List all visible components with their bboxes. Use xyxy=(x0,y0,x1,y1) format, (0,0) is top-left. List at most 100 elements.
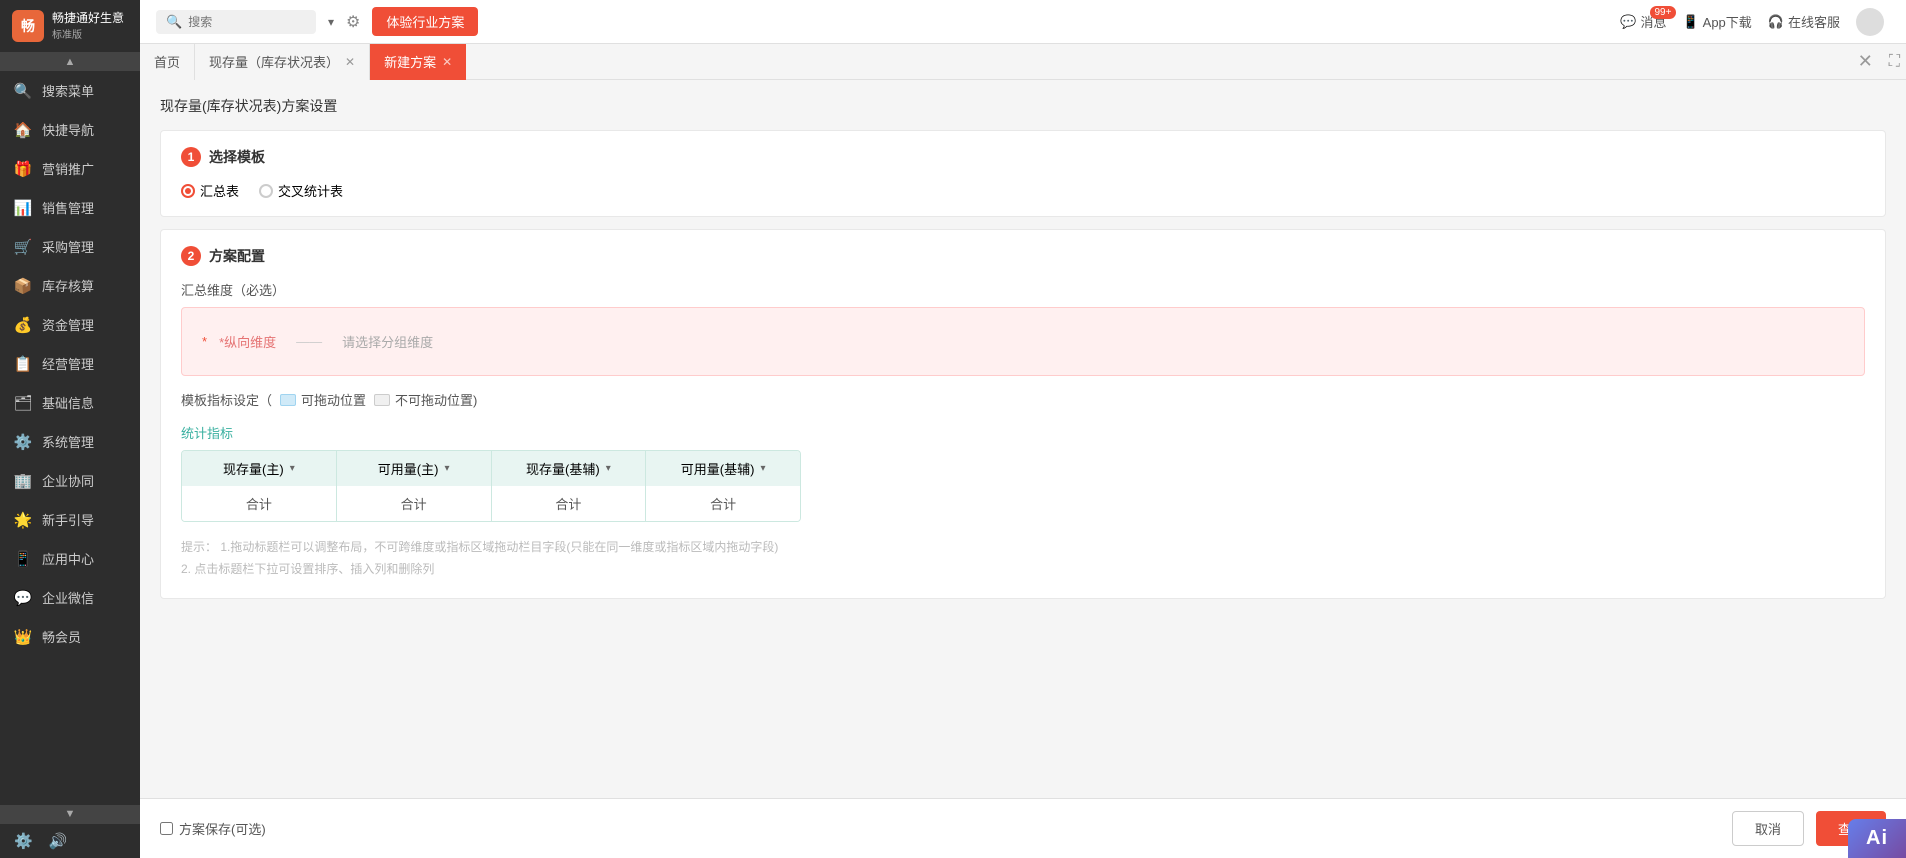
sidebar-item-newbie[interactable]: 🌟 新手引导 xyxy=(0,500,140,539)
legend-movable-box xyxy=(280,394,296,406)
tip-2: 2. 点击标题栏下拉可设置排序、插入列和删除列 xyxy=(181,560,1865,577)
gear-icon[interactable]: ⚙ xyxy=(346,12,360,32)
dimension-required-area[interactable]: * *纵向维度 —— 请选择分组维度 xyxy=(181,307,1865,376)
sidebar-item-purchase[interactable]: 🛒 采购管理 xyxy=(0,227,140,266)
dimension-placeholder: 请选择分组维度 xyxy=(342,332,433,351)
step2-label: 2 方案配置 xyxy=(181,246,265,266)
sound-bottom-icon[interactable]: 🔊 xyxy=(49,832,68,850)
radio-cross-dot xyxy=(259,184,273,198)
sidebar-item-label: 销售管理 xyxy=(42,198,94,217)
step2-num: 2 xyxy=(181,246,201,266)
message-icon: 💬 xyxy=(1620,14,1636,30)
search-box: 🔍 xyxy=(156,10,316,34)
step1-text: 选择模板 xyxy=(209,147,265,167)
footer-section: 方案保存(可选) 取消 查询 xyxy=(140,798,1906,858)
sidebar-item-label: 系统管理 xyxy=(42,432,94,451)
indicator-table: 现存量(主) ▾ 可用量(主) ▾ 现存量(基辅) ▾ 可用量(基辅) xyxy=(181,450,801,522)
tab-inventory[interactable]: 现存量（库存状况表） ✕ xyxy=(195,44,370,80)
main-area: 🔍 ▾ ⚙ 体验行业方案 💬 消息 99+ 📱 App下载 🎧 在线客服 xyxy=(140,0,1906,858)
tab-inventory-close[interactable]: ✕ xyxy=(345,55,355,69)
tabbar-close-btn[interactable]: ✕ xyxy=(1848,51,1883,72)
box-icon: 📦 xyxy=(14,277,32,295)
topbar-dropdown[interactable]: ▾ xyxy=(328,15,334,29)
indicator-summary-1: 合计 xyxy=(401,494,427,513)
indicator-col-0-label: 现存量(主) xyxy=(223,459,284,478)
chat-icon: 💬 xyxy=(14,589,32,607)
cancel-button[interactable]: 取消 xyxy=(1732,811,1804,846)
indicator-col-0[interactable]: 现存量(主) ▾ xyxy=(182,451,337,486)
tab-inventory-label: 现存量（库存状况表） xyxy=(209,52,339,71)
sidebar-item-quicknav[interactable]: 🏠 快捷导航 xyxy=(0,110,140,149)
user-info xyxy=(1856,8,1890,36)
sidebar-item-marketing[interactable]: 🎁 营销推广 xyxy=(0,149,140,188)
online-service-btn[interactable]: 🎧 在线客服 xyxy=(1768,12,1840,31)
tabbar-expand-btn[interactable]: ⛶ xyxy=(1883,53,1906,71)
app-download-btn[interactable]: 📱 App下载 xyxy=(1682,12,1751,31)
indicator-summary-3: 合计 xyxy=(710,494,736,513)
settings-icon: ⚙️ xyxy=(14,433,32,451)
sidebar-item-inventory[interactable]: 📦 库存核算 xyxy=(0,266,140,305)
legend-fixed: 不可拖动位置) xyxy=(374,390,477,409)
radio-summary-dot xyxy=(181,184,195,198)
industry-btn[interactable]: 体验行业方案 xyxy=(372,7,478,36)
phone-icon: 📱 xyxy=(14,550,32,568)
sidebar-item-finance[interactable]: 💰 资金管理 xyxy=(0,305,140,344)
radio-cross[interactable]: 交叉统计表 xyxy=(259,181,343,200)
sidebar-item-appcenter[interactable]: 📱 应用中心 xyxy=(0,539,140,578)
content-area: 现存量(库存状况表)方案设置 1 选择模板 汇总表 交叉统计表 2 xyxy=(140,80,1906,798)
indicator-settings-row: 模板指标设定（ 可拖动位置 不可拖动位置) xyxy=(181,390,1865,409)
dimension-vertical-label: *纵向维度 xyxy=(219,332,276,351)
search-input[interactable] xyxy=(188,15,298,29)
indicator-body-1: 合计 xyxy=(337,486,492,521)
step1-num: 1 xyxy=(181,147,201,167)
sidebar-item-operations[interactable]: 📋 经营管理 xyxy=(0,344,140,383)
crown-icon: 👑 xyxy=(14,628,32,646)
sidebar-item-basic[interactable]: 🗂 基础信息 xyxy=(0,383,140,422)
sidebar-item-wechat[interactable]: 💬 企业微信 xyxy=(0,578,140,617)
sidebar-item-sales[interactable]: 📊 销售管理 xyxy=(0,188,140,227)
tab-new-close[interactable]: ✕ xyxy=(442,55,452,69)
indicator-table-body: 合计 合计 合计 合计 xyxy=(182,486,800,521)
save-checkbox-label[interactable]: 方案保存(可选) xyxy=(160,819,266,838)
radio-summary-label: 汇总表 xyxy=(200,181,239,200)
topbar-right: 💬 消息 99+ 📱 App下载 🎧 在线客服 xyxy=(1620,8,1890,36)
sidebar-item-vip[interactable]: 👑 畅会员 xyxy=(0,617,140,656)
indicator-table-header: 现存量(主) ▾ 可用量(主) ▾ 现存量(基辅) ▾ 可用量(基辅) xyxy=(182,451,800,486)
sidebar-item-system[interactable]: ⚙️ 系统管理 xyxy=(0,422,140,461)
save-checkbox[interactable] xyxy=(160,822,173,835)
tabbar: 首页 现存量（库存状况表） ✕ 新建方案 ✕ ✕ ⛶ xyxy=(140,44,1906,80)
money-icon: 💰 xyxy=(14,316,32,334)
ai-badge[interactable]: Ai xyxy=(1848,819,1906,858)
sidebar-item-label: 库存核算 xyxy=(42,276,94,295)
sidebar-item-search[interactable]: 🔍 搜索菜单 xyxy=(0,71,140,110)
dimension-section: 汇总维度（必选） * *纵向维度 —— 请选择分组维度 xyxy=(181,280,1865,376)
chevron-down-icon-2: ▾ xyxy=(606,463,611,474)
message-badge: 99+ xyxy=(1650,6,1677,19)
step2-text: 方案配置 xyxy=(209,246,265,266)
tab-new[interactable]: 新建方案 ✕ xyxy=(370,44,466,80)
sidebar-item-label: 应用中心 xyxy=(42,549,94,568)
star-icon: 🌟 xyxy=(14,511,32,529)
indicator-col-1[interactable]: 可用量(主) ▾ xyxy=(337,451,492,486)
headset-icon: 🎧 xyxy=(1768,14,1784,30)
step1-card: 1 选择模板 汇总表 交叉统计表 xyxy=(160,130,1886,217)
step2-card: 2 方案配置 汇总维度（必选） * *纵向维度 —— 请选择分组维度 模板指标设… xyxy=(160,229,1886,599)
indicator-col-2[interactable]: 现存量(基辅) ▾ xyxy=(492,451,647,486)
tab-home-label: 首页 xyxy=(154,52,180,71)
message-btn[interactable]: 💬 消息 99+ xyxy=(1620,12,1666,31)
tab-home[interactable]: 首页 xyxy=(140,44,195,80)
sidebar-bottom: ⚙️ 🔊 xyxy=(0,823,140,858)
clipboard-icon: 📋 xyxy=(14,355,32,373)
step1-label: 1 选择模板 xyxy=(181,147,265,167)
logo-icon: 畅 xyxy=(12,10,44,42)
indicator-col-3[interactable]: 可用量(基辅) ▾ xyxy=(646,451,800,486)
legend-fixed-box xyxy=(374,394,390,406)
sidebar-scroll-up[interactable]: ▲ xyxy=(0,53,140,71)
sidebar-item-enterprise[interactable]: 🏢 企业协同 xyxy=(0,461,140,500)
sidebar-scroll-down[interactable]: ▼ xyxy=(0,805,140,823)
indicator-body-0: 合计 xyxy=(182,486,337,521)
indicator-summary-2: 合计 xyxy=(555,494,581,513)
sidebar-item-label: 企业协同 xyxy=(42,471,94,490)
settings-bottom-icon[interactable]: ⚙️ xyxy=(14,832,33,850)
radio-summary[interactable]: 汇总表 xyxy=(181,181,239,200)
